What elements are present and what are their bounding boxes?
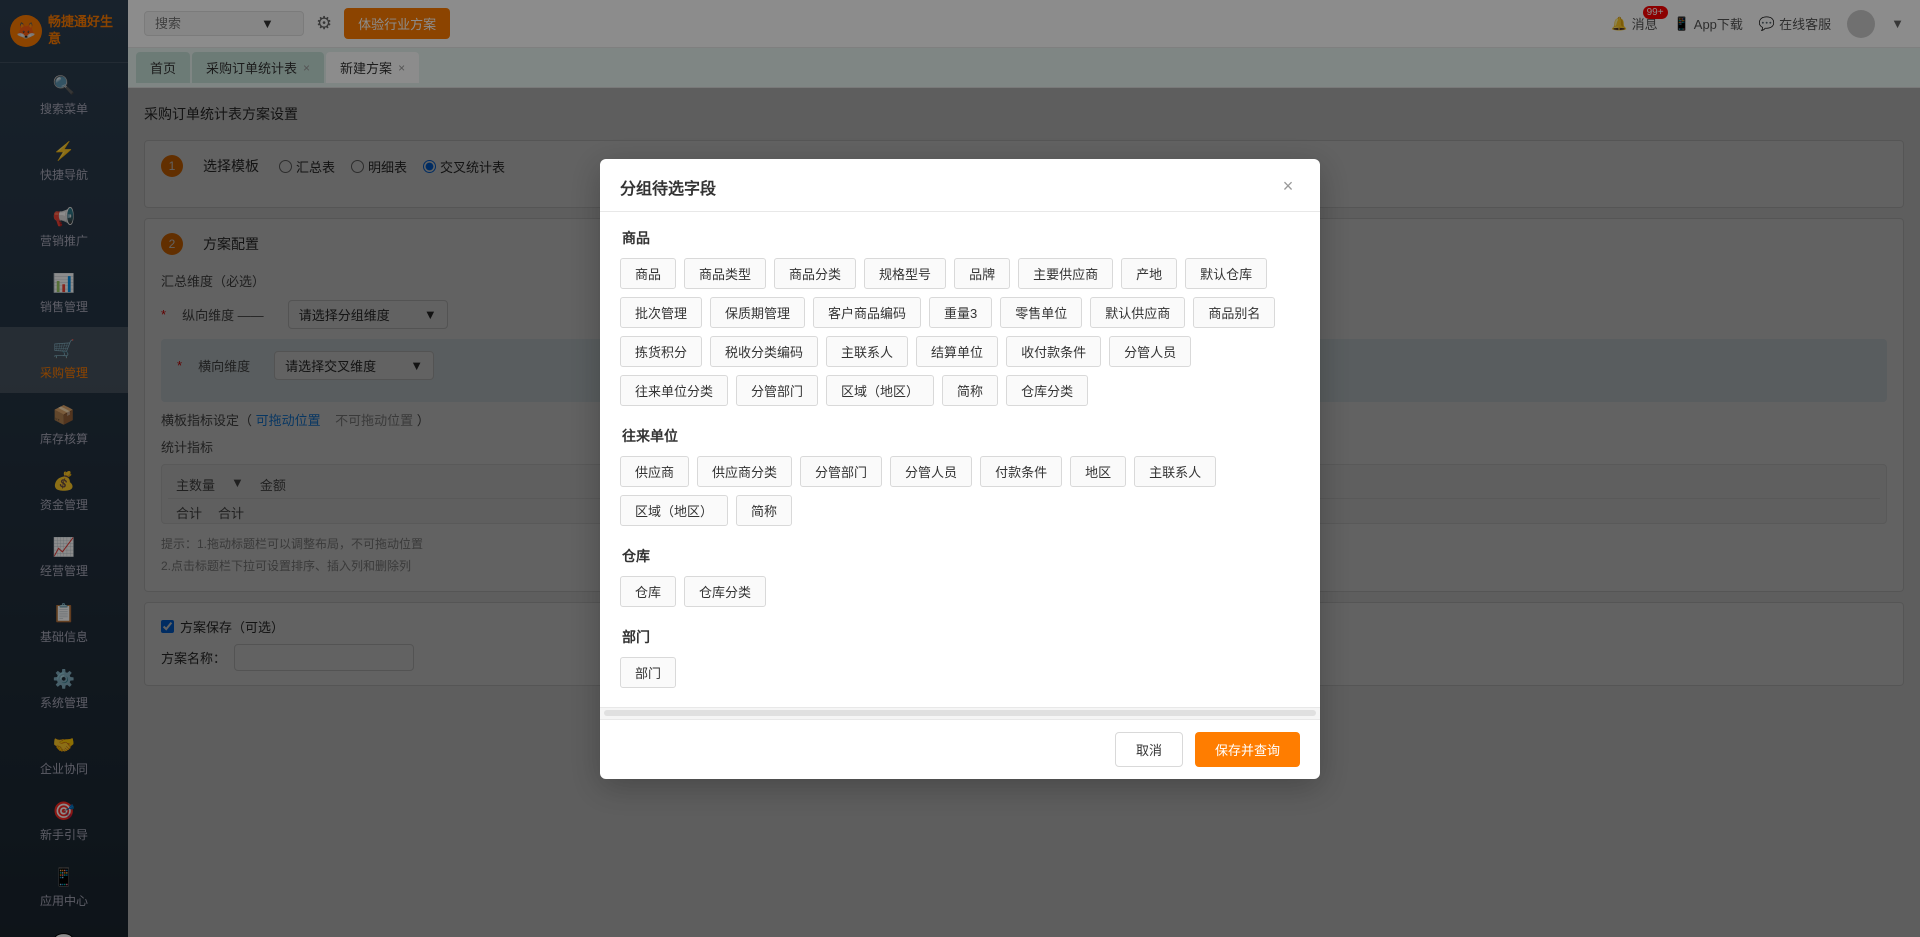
field-tag-1-8[interactable]: 简称 <box>736 495 792 526</box>
section-title-3: 部门 <box>620 627 1300 647</box>
field-select-modal: 分组待选字段 × 商品商品商品类型商品分类规格型号品牌主要供应商产地默认仓库批次… <box>600 159 1320 779</box>
field-tag-0-0[interactable]: 商品 <box>620 258 676 289</box>
field-tag-1-5[interactable]: 地区 <box>1070 456 1126 487</box>
modal-title: 分组待选字段 <box>620 175 716 199</box>
field-tag-1-4[interactable]: 付款条件 <box>980 456 1062 487</box>
field-tag-0-23[interactable]: 区域（地区） <box>826 375 934 406</box>
modal-footer: 取消 保存并查询 <box>600 719 1320 779</box>
field-tag-0-25[interactable]: 仓库分类 <box>1006 375 1088 406</box>
section-title-1: 往来单位 <box>620 426 1300 446</box>
field-tag-0-24[interactable]: 简称 <box>942 375 998 406</box>
field-tag-0-12[interactable]: 零售单位 <box>1000 297 1082 328</box>
field-tag-0-8[interactable]: 批次管理 <box>620 297 702 328</box>
field-tag-0-20[interactable]: 分管人员 <box>1109 336 1191 367</box>
field-tags-2: 仓库仓库分类 <box>620 576 1300 607</box>
modal-close-btn[interactable]: × <box>1276 175 1300 199</box>
field-tag-0-10[interactable]: 客户商品编码 <box>813 297 921 328</box>
field-tag-1-0[interactable]: 供应商 <box>620 456 689 487</box>
field-tag-0-17[interactable]: 主联系人 <box>826 336 908 367</box>
hscroll-track <box>604 710 1316 716</box>
field-section-3: 部门部门 <box>620 627 1300 688</box>
field-tag-0-7[interactable]: 默认仓库 <box>1185 258 1267 289</box>
field-tags-3: 部门 <box>620 657 1300 688</box>
modal-body: 商品商品商品类型商品分类规格型号品牌主要供应商产地默认仓库批次管理保质期管理客户… <box>600 212 1320 707</box>
field-tag-0-13[interactable]: 默认供应商 <box>1090 297 1185 328</box>
field-tags-1: 供应商供应商分类分管部门分管人员付款条件地区主联系人区域（地区） 简称 <box>620 456 1300 526</box>
field-tag-1-7[interactable]: 区域（地区） <box>620 495 728 526</box>
modal-hscroll[interactable] <box>600 707 1320 719</box>
field-tag-0-3[interactable]: 规格型号 <box>864 258 946 289</box>
field-tag-2-0[interactable]: 仓库 <box>620 576 676 607</box>
modal-header: 分组待选字段 × <box>600 159 1320 212</box>
field-tag-1-3[interactable]: 分管人员 <box>890 456 972 487</box>
field-section-0: 商品商品商品类型商品分类规格型号品牌主要供应商产地默认仓库批次管理保质期管理客户… <box>620 228 1300 406</box>
field-tag-0-9[interactable]: 保质期管理 <box>710 297 805 328</box>
confirm-btn[interactable]: 保存并查询 <box>1195 732 1300 767</box>
field-tag-0-19[interactable]: 收付款条件 <box>1006 336 1101 367</box>
field-tag-0-22[interactable]: 分管部门 <box>736 375 818 406</box>
field-section-2: 仓库仓库仓库分类 <box>620 546 1300 607</box>
field-tag-3-0[interactable]: 部门 <box>620 657 676 688</box>
field-tag-0-21[interactable]: 往来单位分类 <box>620 375 728 406</box>
field-tag-0-6[interactable]: 产地 <box>1121 258 1177 289</box>
modal-overlay: 分组待选字段 × 商品商品商品类型商品分类规格型号品牌主要供应商产地默认仓库批次… <box>0 0 1920 937</box>
field-tag-0-11[interactable]: 重量3 <box>929 297 992 328</box>
field-tag-0-5[interactable]: 主要供应商 <box>1018 258 1113 289</box>
field-tag-0-18[interactable]: 结算单位 <box>916 336 998 367</box>
section-title-0: 商品 <box>620 228 1300 248</box>
field-tag-0-2[interactable]: 商品分类 <box>774 258 856 289</box>
field-tag-0-15[interactable]: 拣货积分 <box>620 336 702 367</box>
section-title-2: 仓库 <box>620 546 1300 566</box>
field-tag-2-1[interactable]: 仓库分类 <box>684 576 766 607</box>
cancel-btn[interactable]: 取消 <box>1115 732 1183 767</box>
field-tag-1-6[interactable]: 主联系人 <box>1134 456 1216 487</box>
field-tag-0-16[interactable]: 税收分类编码 <box>710 336 818 367</box>
field-section-1: 往来单位供应商供应商分类分管部门分管人员付款条件地区主联系人区域（地区） 简称 <box>620 426 1300 526</box>
field-tag-1-1[interactable]: 供应商分类 <box>697 456 792 487</box>
field-tags-0: 商品商品类型商品分类规格型号品牌主要供应商产地默认仓库批次管理保质期管理客户商品… <box>620 258 1300 406</box>
field-tag-0-1[interactable]: 商品类型 <box>684 258 766 289</box>
field-tag-0-14[interactable]: 商品别名 <box>1193 297 1275 328</box>
field-tag-1-2[interactable]: 分管部门 <box>800 456 882 487</box>
field-tag-0-4[interactable]: 品牌 <box>954 258 1010 289</box>
